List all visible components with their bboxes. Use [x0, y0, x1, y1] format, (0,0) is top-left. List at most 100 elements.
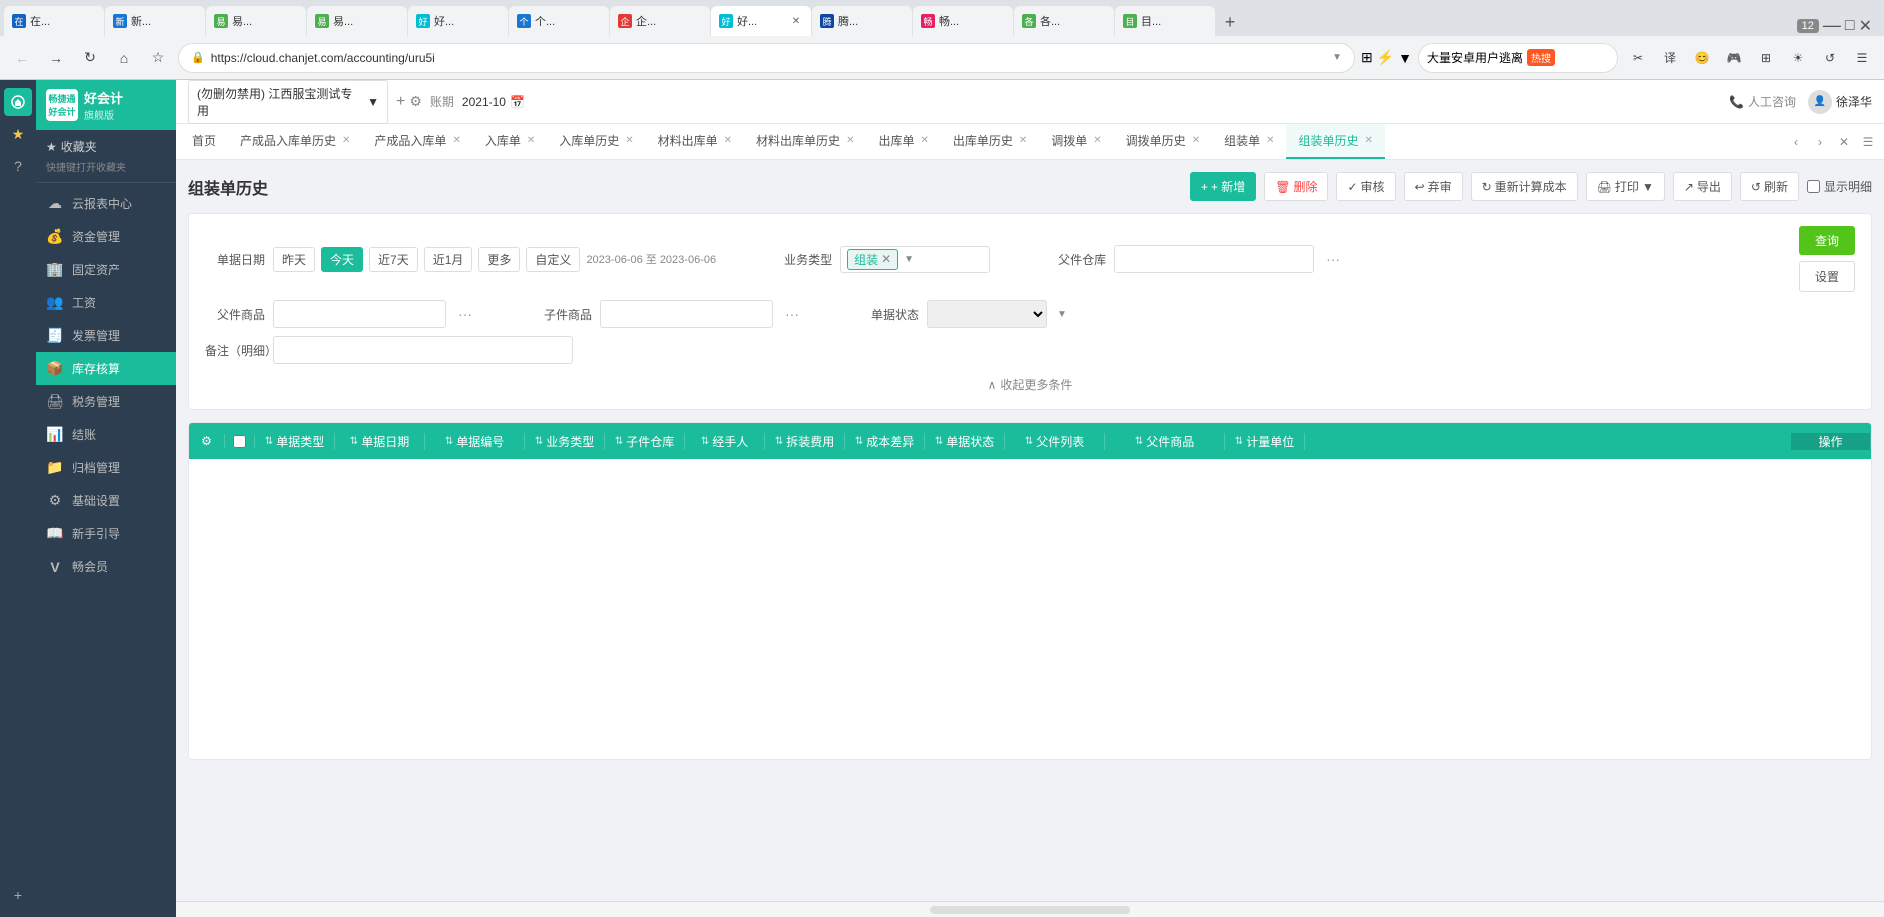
- translate-icon[interactable]: 译: [1656, 44, 1684, 72]
- browser-tab-9[interactable]: 腾 腾...: [812, 6, 912, 36]
- nav-tab-transfer[interactable]: 调拨单 ✕: [1039, 124, 1113, 159]
- tabs-scroll-right[interactable]: ›: [1808, 130, 1832, 154]
- nav-tab-close[interactable]: ✕: [920, 135, 928, 146]
- scissors-icon[interactable]: ✂: [1624, 44, 1652, 72]
- nav-tab-close[interactable]: ✕: [452, 135, 460, 146]
- maximize-button[interactable]: □: [1845, 17, 1855, 35]
- parent-goods-more-icon[interactable]: ···: [454, 306, 476, 322]
- nav-tab-close[interactable]: ✕: [1266, 135, 1274, 146]
- date-btn-more[interactable]: 更多: [478, 247, 520, 272]
- nav-tab-transfer-history[interactable]: 调拨单历史 ✕: [1114, 124, 1212, 159]
- th-doc-status[interactable]: ⇅ 单据状态: [925, 433, 1005, 450]
- th-settings[interactable]: ⚙: [189, 434, 225, 448]
- nav-tab-material-outbound-history[interactable]: 材料出库单历史 ✕: [744, 124, 866, 159]
- date-btn-7days[interactable]: 近7天: [369, 247, 418, 272]
- undo-icon[interactable]: ↺: [1816, 44, 1844, 72]
- date-btn-yesterday[interactable]: 昨天: [273, 247, 315, 272]
- sidebar-item-fund[interactable]: 💰 资金管理: [36, 220, 176, 253]
- sidebar-item-tax[interactable]: 🖨 税务管理: [36, 385, 176, 418]
- date-btn-1month[interactable]: 近1月: [424, 247, 473, 272]
- th-parent-list[interactable]: ⇅ 父件列表: [1005, 433, 1105, 450]
- collapse-button[interactable]: ∧ 收起更多条件: [976, 372, 1085, 397]
- sidebar-item-salary[interactable]: 👥 工资: [36, 286, 176, 319]
- new-tab-button[interactable]: +: [1216, 8, 1244, 36]
- browser-tab-6[interactable]: 个 个...: [509, 6, 609, 36]
- remark-input[interactable]: [273, 336, 573, 364]
- print-button[interactable]: 🖨 打印 ▼: [1586, 172, 1665, 201]
- left-icon-add[interactable]: +: [4, 881, 32, 909]
- sidebar-item-invoice[interactable]: 🧾 发票管理: [36, 319, 176, 352]
- nav-tab-material-outbound[interactable]: 材料出库单 ✕: [646, 124, 744, 159]
- emoji-icon[interactable]: 😊: [1688, 44, 1716, 72]
- abandon-button[interactable]: ↩ 弃审: [1404, 172, 1463, 201]
- sidebar-item-inventory[interactable]: 📦 库存核算: [36, 352, 176, 385]
- search-bar[interactable]: 大量安卓用户逃离 热搜: [1418, 43, 1618, 73]
- browser-tab-10[interactable]: 畅 畅...: [913, 6, 1013, 36]
- refresh-button[interactable]: ↺ 刷新: [1740, 172, 1799, 201]
- display-detail-checkbox[interactable]: 显示明细: [1807, 178, 1872, 195]
- th-disassemble-fee[interactable]: ⇅ 拆装费用: [765, 433, 845, 450]
- th-unit[interactable]: ⇅ 计量单位: [1225, 433, 1305, 450]
- consultation-button[interactable]: 📞 人工咨询: [1729, 93, 1796, 110]
- parent-goods-input[interactable]: [273, 300, 446, 328]
- nav-tab-close[interactable]: ✕: [527, 135, 535, 146]
- game-icon[interactable]: 🎮: [1720, 44, 1748, 72]
- nav-tab-close[interactable]: ✕: [625, 135, 633, 146]
- sidebar-item-guide[interactable]: 📖 新手引导: [36, 517, 176, 550]
- browser-tab-5[interactable]: 好 好...: [408, 6, 508, 36]
- horizontal-scrollbar[interactable]: [930, 906, 1130, 914]
- add-company-button[interactable]: +: [396, 93, 405, 111]
- nav-tab-finished-goods[interactable]: 产成品入库单 ✕: [362, 124, 472, 159]
- address-bar[interactable]: 🔒 https://cloud.chanjet.com/accounting/u…: [178, 43, 1355, 73]
- th-doc-date[interactable]: ⇅ 单据日期: [335, 433, 425, 450]
- sidebar-item-archive[interactable]: 📁 归档管理: [36, 451, 176, 484]
- review-button[interactable]: ✓ 审核: [1336, 172, 1395, 201]
- tabs-close-current[interactable]: ✕: [1832, 130, 1856, 154]
- sidebar-item-vip[interactable]: V 畅会员: [36, 550, 176, 583]
- bookmark-button[interactable]: ☆: [144, 44, 172, 72]
- home-button[interactable]: ⌂: [110, 44, 138, 72]
- favorites-subtitle[interactable]: 快捷键打开收藏夹: [46, 159, 166, 174]
- th-handler[interactable]: ⇅ 经手人: [685, 433, 765, 450]
- browser-tab-4[interactable]: 易 易...: [307, 6, 407, 36]
- filter-settings-button[interactable]: 设置: [1799, 261, 1855, 292]
- nav-tab-assembly-history[interactable]: 组装单历史 ✕: [1286, 124, 1384, 159]
- add-button[interactable]: + + 新增: [1190, 172, 1256, 201]
- parent-warehouse-more-icon[interactable]: ···: [1322, 251, 1344, 267]
- minimize-button[interactable]: —: [1823, 15, 1841, 36]
- parent-warehouse-input[interactable]: [1114, 245, 1314, 273]
- export-button[interactable]: ↗ 导出: [1673, 172, 1732, 201]
- browser-tab-2[interactable]: 新 新...: [105, 6, 205, 36]
- browser-tab-11[interactable]: 各 各...: [1014, 6, 1114, 36]
- back-button[interactable]: ←: [8, 44, 36, 72]
- th-parent-goods[interactable]: ⇅ 父件商品: [1105, 433, 1225, 450]
- date-btn-today[interactable]: 今天: [321, 247, 363, 272]
- nav-tab-close[interactable]: ✕: [724, 135, 732, 146]
- address-dropdown-icon[interactable]: ▼: [1332, 52, 1342, 63]
- brightness-icon[interactable]: ☀: [1784, 44, 1812, 72]
- tabs-more[interactable]: ☰: [1856, 130, 1880, 154]
- company-selector[interactable]: (勿删勿禁用) 江西服宝测试专用 ▼: [188, 80, 388, 124]
- business-type-selector[interactable]: 组装 ✕ ▼: [840, 246, 990, 273]
- nav-tab-close[interactable]: ✕: [342, 135, 350, 146]
- nav-tab-close[interactable]: ✕: [1093, 135, 1101, 146]
- browser-tab-3[interactable]: 易 易...: [206, 6, 306, 36]
- remove-tag-icon[interactable]: ✕: [881, 252, 891, 266]
- nav-tab-inbound-history[interactable]: 入库单历史 ✕: [547, 124, 645, 159]
- menu-icon[interactable]: ☰: [1848, 44, 1876, 72]
- th-doc-no[interactable]: ⇅ 单据编号: [425, 433, 525, 450]
- browser-tab-8[interactable]: 好 好... ✕: [711, 6, 811, 36]
- nav-tab-close[interactable]: ✕: [1365, 135, 1373, 146]
- tabs-scroll-left[interactable]: ‹: [1784, 130, 1808, 154]
- display-detail-input[interactable]: [1807, 180, 1820, 193]
- th-cost-diff[interactable]: ⇅ 成本差异: [845, 433, 925, 450]
- sidebar-item-fixed-assets[interactable]: 🏢 固定资产: [36, 253, 176, 286]
- nav-tab-outbound-history[interactable]: 出库单历史 ✕: [941, 124, 1039, 159]
- select-all-checkbox[interactable]: [233, 435, 246, 448]
- grid-icon[interactable]: ⊞: [1361, 49, 1373, 66]
- close-window-button[interactable]: ✕: [1859, 16, 1872, 36]
- forward-button[interactable]: →: [42, 44, 70, 72]
- order-status-select[interactable]: [927, 300, 1047, 328]
- th-child-warehouse[interactable]: ⇅ 子件仓库: [605, 433, 685, 450]
- date-btn-custom[interactable]: 自定义: [526, 247, 580, 272]
